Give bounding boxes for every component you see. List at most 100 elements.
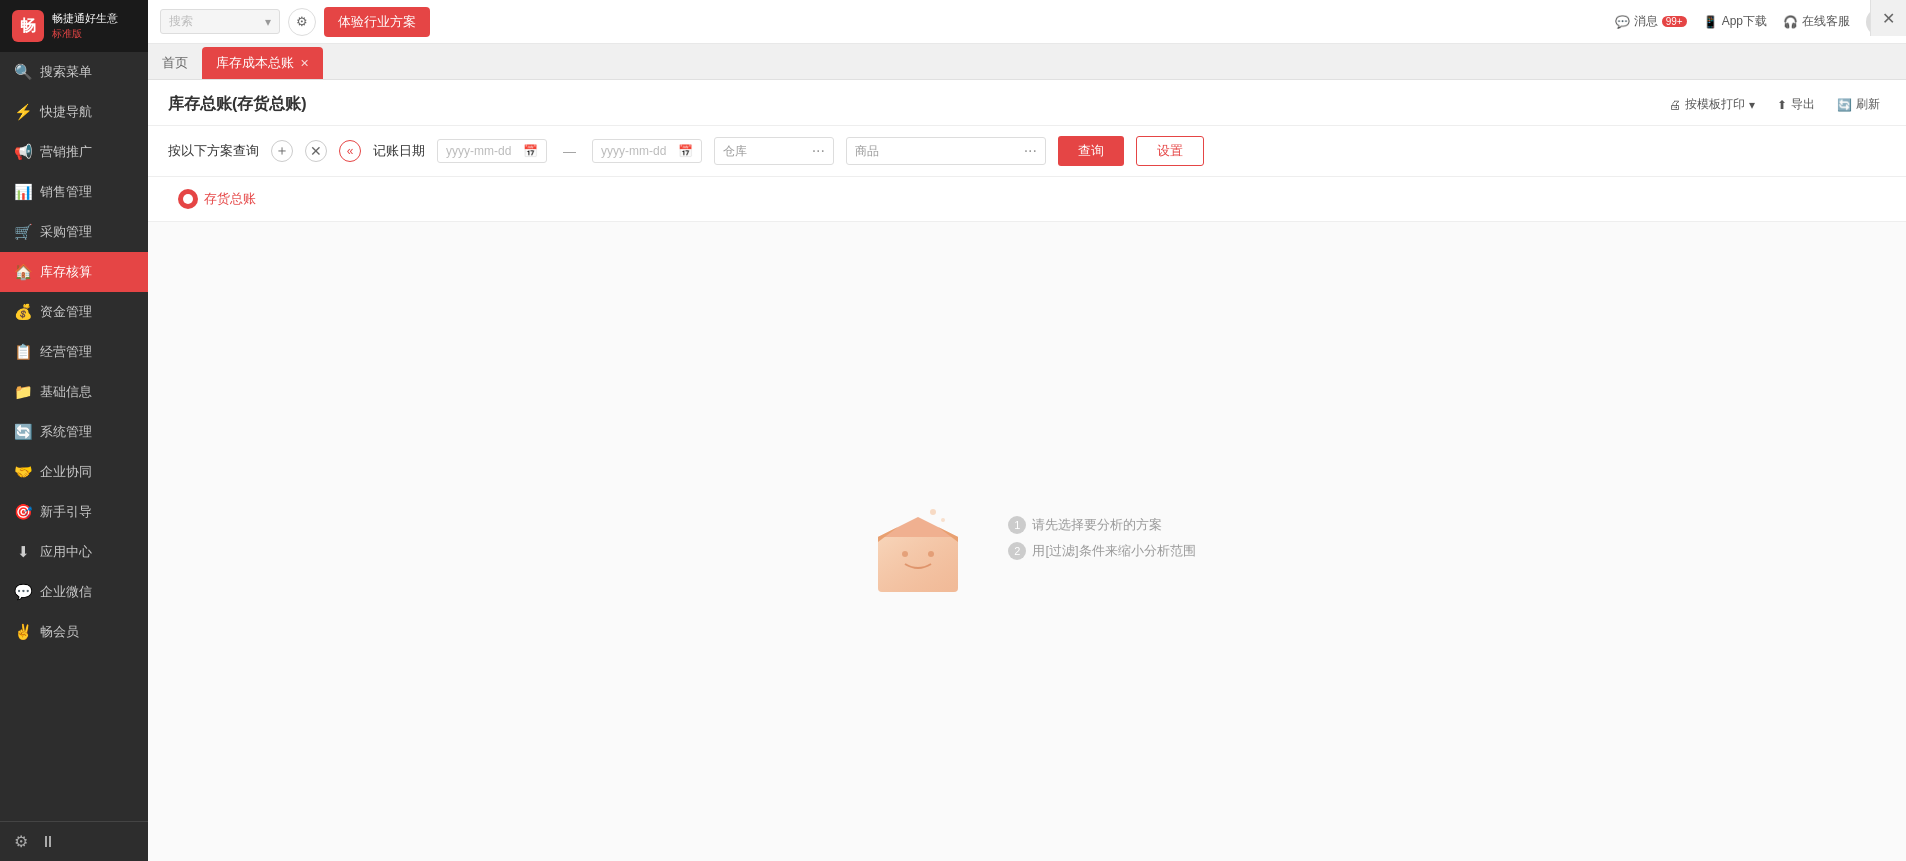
svg-point-9 [928, 551, 934, 557]
sidebar-item-label: 库存核算 [40, 263, 92, 281]
svg-point-7 [941, 518, 945, 522]
date-separator: — [563, 144, 576, 159]
sidebar-item-basic[interactable]: 📁 基础信息 [0, 372, 148, 412]
folder-icon: 📁 [14, 383, 32, 401]
sidebar-item-label: 企业协同 [40, 463, 92, 481]
sidebar-item-label: 搜索菜单 [40, 63, 92, 81]
export-icon: ⬆ [1777, 98, 1787, 112]
sidebar-item-member[interactable]: ✌ 畅会员 [0, 612, 148, 652]
sidebar-item-label: 经营管理 [40, 343, 92, 361]
app-download-button[interactable]: 📱 App下载 [1703, 13, 1767, 30]
panel-close-button[interactable]: ✕ [1870, 0, 1906, 36]
filter-remove-button[interactable]: ✕ [305, 140, 327, 162]
breadcrumb[interactable]: 搜索 ▾ [160, 9, 280, 34]
member-icon: ✌ [14, 623, 32, 641]
breadcrumb-text: 搜索 [169, 13, 193, 30]
filter-add-button[interactable]: ＋ [271, 140, 293, 162]
sidebar-item-search[interactable]: 🔍 搜索菜单 [0, 52, 148, 92]
messages-badge: 99+ [1662, 16, 1687, 27]
calendar-end-icon: 📅 [678, 144, 693, 158]
logo-sub: 标准版 [52, 27, 118, 41]
date-start-input[interactable]: yyyy-mm-dd 📅 [437, 139, 547, 163]
sidebar-item-finance[interactable]: 💰 资金管理 [0, 292, 148, 332]
goods-select[interactable]: 商品 ··· [846, 137, 1046, 165]
app-download-label: App下载 [1722, 13, 1767, 30]
hint1-text: 请先选择要分析的方案 [1032, 516, 1162, 534]
sidebar-bottom: ⚙ ⏸ [0, 821, 148, 861]
tab-home-label: 首页 [162, 54, 188, 72]
inventory-ledger-tab[interactable]: 存货总账 [168, 185, 266, 213]
goods-more-icon: ··· [1024, 142, 1037, 160]
online-service-button[interactable]: 🎧 在线客服 [1783, 13, 1850, 30]
refresh-icon: 🔄 [1837, 98, 1852, 112]
enterprise-icon: 🤝 [14, 463, 32, 481]
main-area: 搜索 ▾ ⚙ 体验行业方案 💬 消息 99+ 📱 App下载 🎧 在线客服 Ri… [148, 0, 1906, 861]
warehouse-select[interactable]: 仓库 ··· [714, 137, 834, 165]
query-button[interactable]: 查询 [1058, 136, 1124, 166]
date-field-label: 记账日期 [373, 142, 425, 160]
filter-settings-button[interactable]: 设置 [1136, 136, 1204, 166]
inventory-ledger-label: 存货总账 [204, 190, 256, 208]
tab-close-icon[interactable]: ✕ [300, 57, 309, 70]
sidebar-item-appstore[interactable]: ⬇ 应用中心 [0, 532, 148, 572]
sidebar-item-quicknav[interactable]: ⚡ 快捷导航 [0, 92, 148, 132]
filter-collapse-button[interactable]: « [339, 140, 361, 162]
messages-button[interactable]: 💬 消息 99+ [1615, 13, 1687, 30]
tab-home[interactable]: 首页 [148, 47, 202, 79]
warehouse-more-icon: ··· [812, 142, 825, 160]
sidebar-item-inventory[interactable]: 🏠 库存核算 [0, 252, 148, 292]
print-button[interactable]: 🖨 按模板打印 ▾ [1663, 92, 1761, 117]
sidebar-item-label: 销售管理 [40, 183, 92, 201]
empty-hint-1: 1 请先选择要分析的方案 [1008, 516, 1195, 534]
sidebar-item-enterprise[interactable]: 🤝 企业协同 [0, 452, 148, 492]
headset-icon: 🎧 [1783, 15, 1798, 29]
logo-icon: 畅 [12, 10, 44, 42]
sidebar-item-label: 应用中心 [40, 543, 92, 561]
industry-solution-button[interactable]: 体验行业方案 [324, 7, 430, 37]
topbar-settings-button[interactable]: ⚙ [288, 8, 316, 36]
sidebar-item-label: 资金管理 [40, 303, 92, 321]
sidebar-item-marketing[interactable]: 📢 营销推广 [0, 132, 148, 172]
chart-icon: 📊 [14, 183, 32, 201]
calendar-icon: 📅 [523, 144, 538, 158]
appstore-icon: ⬇ [14, 543, 32, 561]
sidebar-item-label: 营销推广 [40, 143, 92, 161]
refresh-button[interactable]: 🔄 刷新 [1831, 92, 1886, 117]
date-end-input[interactable]: yyyy-mm-dd 📅 [592, 139, 702, 163]
empty-hint-2: 2 用[过滤]条件来缩小分析范围 [1008, 542, 1195, 560]
filter-row: 按以下方案查询 ＋ ✕ « 记账日期 yyyy-mm-dd 📅 — yyyy-m… [168, 136, 1886, 166]
print-label: 按模板打印 [1685, 96, 1745, 113]
export-button[interactable]: ⬆ 导出 [1771, 92, 1821, 117]
empty-box-svg [858, 482, 978, 602]
filter-label: 按以下方案查询 [168, 142, 259, 160]
message-icon: 💬 [1615, 15, 1630, 29]
sidebar-item-label: 畅会员 [40, 623, 79, 641]
sidebar-item-wechat[interactable]: 💬 企业微信 [0, 572, 148, 612]
sidebar: 畅 畅捷通好生意 标准版 🔍 搜索菜单 ⚡ 快捷导航 📢 营销推广 📊 销售管理… [0, 0, 148, 861]
tab-inventory-ledger[interactable]: 库存成本总账 ✕ [202, 47, 323, 79]
sidebar-item-operation[interactable]: 📋 经营管理 [0, 332, 148, 372]
inventory-icon: 🏠 [14, 263, 32, 281]
empty-content: 1 请先选择要分析的方案 2 用[过滤]条件来缩小分析范围 [858, 482, 1195, 602]
refresh-label: 刷新 [1856, 96, 1880, 113]
sidebar-item-system[interactable]: 🔄 系统管理 [0, 412, 148, 452]
settings-gear-icon[interactable]: ⚙ [14, 832, 28, 851]
sidebar-item-label: 快捷导航 [40, 103, 92, 121]
step2-badge: 2 [1008, 542, 1026, 560]
print-chevron-icon: ▾ [1749, 98, 1755, 112]
sub-filter-bar: 存货总账 [148, 177, 1906, 222]
svg-point-6 [930, 509, 936, 515]
tab-inventory-label: 库存成本总账 [216, 54, 294, 72]
sidebar-item-purchase[interactable]: 🛒 采购管理 [0, 212, 148, 252]
sidebar-item-newbie[interactable]: 🎯 新手引导 [0, 492, 148, 532]
messages-label: 消息 [1634, 13, 1658, 30]
collapse-icon[interactable]: ⏸ [40, 833, 56, 851]
operation-icon: 📋 [14, 343, 32, 361]
step1-badge: 1 [1008, 516, 1026, 534]
sidebar-item-sales[interactable]: 📊 销售管理 [0, 172, 148, 212]
sidebar-item-label: 新手引导 [40, 503, 92, 521]
svg-point-0 [183, 194, 193, 204]
svg-point-8 [902, 551, 908, 557]
megaphone-icon: 📢 [14, 143, 32, 161]
cart-icon: 🛒 [14, 223, 32, 241]
